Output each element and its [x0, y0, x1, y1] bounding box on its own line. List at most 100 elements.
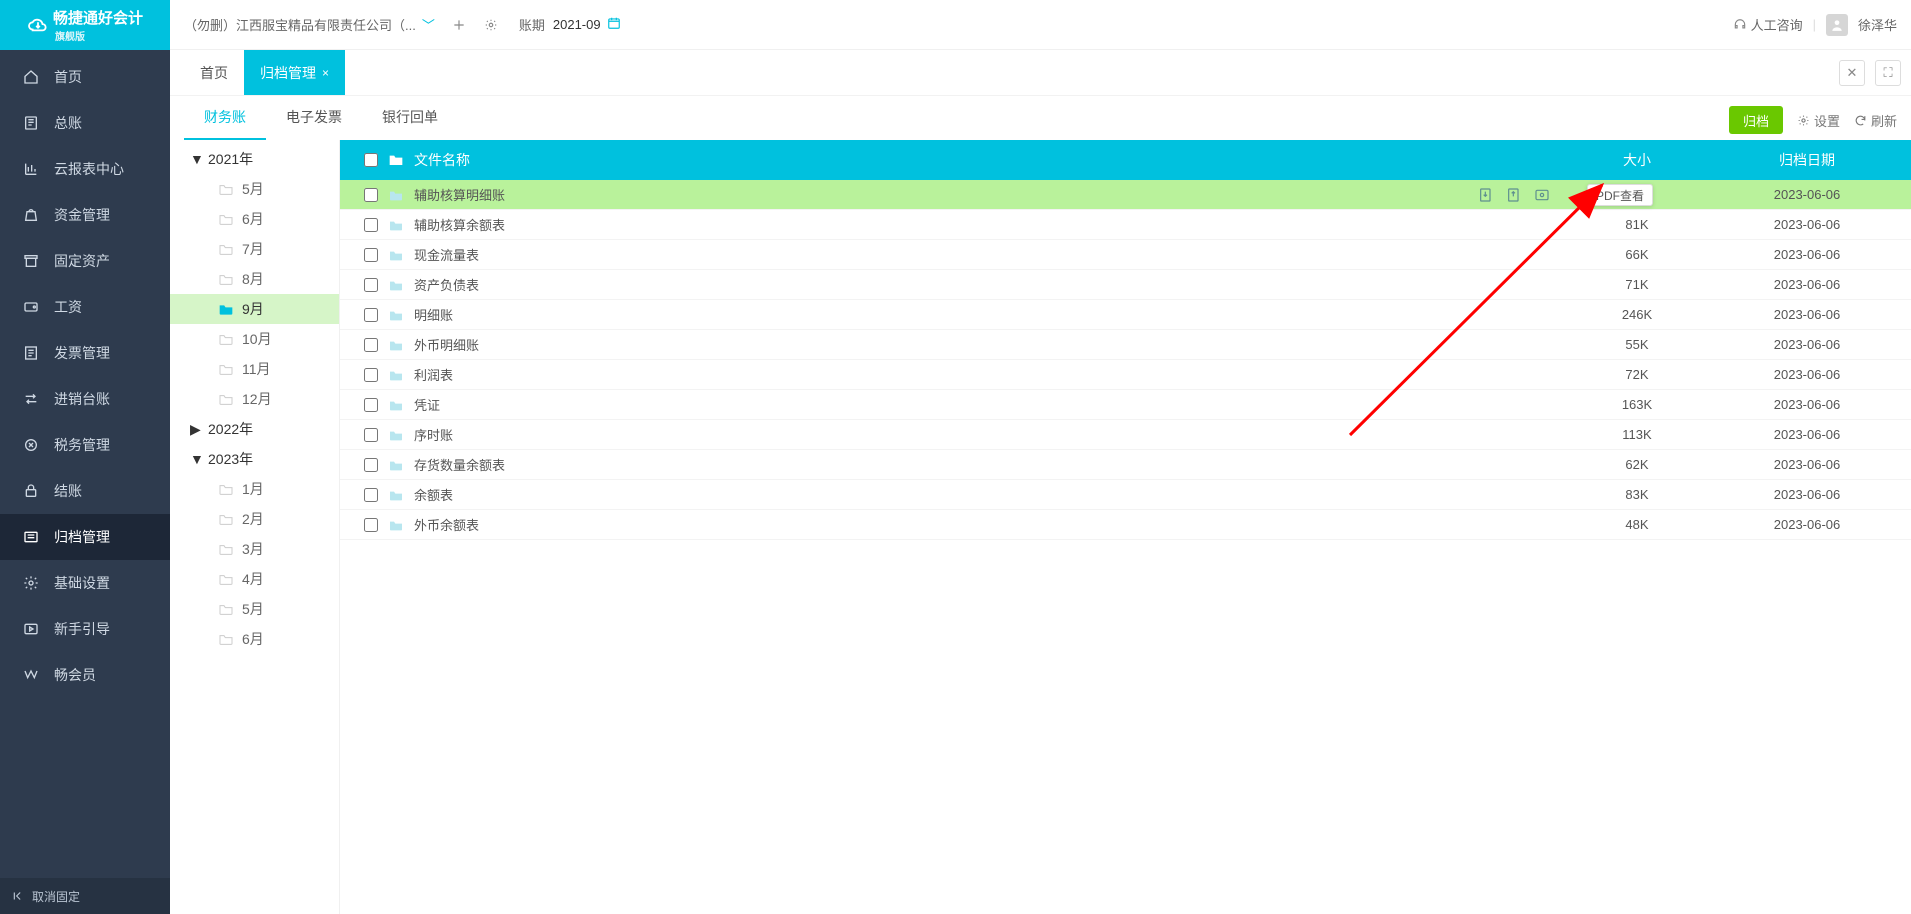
nav-member[interactable]: 畅会员	[0, 652, 170, 698]
consult-label: 人工咨询	[1751, 15, 1803, 34]
tree-month[interactable]: 1月	[170, 474, 339, 504]
export-icon[interactable]	[1505, 186, 1523, 204]
row-checkbox[interactable]	[364, 518, 378, 532]
file-size: 83K	[1557, 487, 1717, 502]
row-checkbox[interactable]	[364, 398, 378, 412]
fullscreen-button[interactable]: ⛶	[1875, 60, 1901, 86]
table-row[interactable]: 存货数量余额表 62K 2023-06-06	[340, 450, 1911, 480]
tree-month[interactable]: 5月	[170, 594, 339, 624]
refresh-link[interactable]: 刷新	[1854, 111, 1897, 130]
table-row[interactable]: 资产负债表 71K 2023-06-06	[340, 270, 1911, 300]
archive-icon	[22, 252, 40, 270]
tab-archive[interactable]: 归档管理 ×	[244, 50, 345, 95]
nav-settings[interactable]: 基础设置	[0, 560, 170, 606]
row-checkbox[interactable]	[364, 248, 378, 262]
table-row[interactable]: 序时账 113K 2023-06-06	[340, 420, 1911, 450]
close-icon[interactable]: ×	[322, 66, 329, 80]
table-row[interactable]: 现金流量表 66K 2023-06-06	[340, 240, 1911, 270]
row-checkbox[interactable]	[364, 188, 378, 202]
subtab-finance[interactable]: 财务账	[184, 96, 266, 140]
nav-archive[interactable]: 归档管理	[0, 514, 170, 560]
nav-funds[interactable]: 资金管理	[0, 192, 170, 238]
row-checkbox[interactable]	[364, 368, 378, 382]
tree-month[interactable]: 4月	[170, 564, 339, 594]
file-name: 存货数量余额表	[414, 455, 505, 474]
tree-month[interactable]: 8月	[170, 264, 339, 294]
nav-invoice[interactable]: 发票管理	[0, 330, 170, 376]
nav-ledger[interactable]: 总账	[0, 100, 170, 146]
archive-button[interactable]: 归档	[1729, 106, 1783, 134]
table-row[interactable]: 外币余额表 48K 2023-06-06	[340, 510, 1911, 540]
nav-reports[interactable]: 云报表中心	[0, 146, 170, 192]
tree-month[interactable]: 7月	[170, 234, 339, 264]
nav-tax[interactable]: 税务管理	[0, 422, 170, 468]
tree-year-2021[interactable]: ▼2021年	[170, 144, 339, 174]
row-checkbox[interactable]	[364, 278, 378, 292]
tree-month[interactable]: 12月	[170, 384, 339, 414]
tree-month[interactable]: 6月	[170, 624, 339, 654]
file-date: 2023-06-06	[1717, 427, 1897, 442]
tree-month-label: 5月	[242, 179, 264, 199]
user-name[interactable]: 徐泽华	[1858, 15, 1897, 34]
row-checkbox[interactable]	[364, 218, 378, 232]
company-dropdown-icon[interactable]: ﹀	[422, 15, 435, 34]
settings-link[interactable]: 设置	[1797, 111, 1840, 130]
unpin-button[interactable]: 取消固定	[0, 878, 170, 914]
brand-name: 畅捷通好会计	[53, 7, 143, 28]
tree-year-2022[interactable]: ▶2022年	[170, 414, 339, 444]
file-date: 2023-06-06	[1717, 397, 1897, 412]
table-row[interactable]: 外币明细账 55K 2023-06-06	[340, 330, 1911, 360]
swap-icon	[22, 390, 40, 408]
config-icon[interactable]	[477, 11, 505, 39]
avatar[interactable]	[1826, 14, 1848, 36]
tree-month[interactable]: 9月	[170, 294, 339, 324]
table-row[interactable]: 明细账 246K 2023-06-06	[340, 300, 1911, 330]
nav-salary[interactable]: 工资	[0, 284, 170, 330]
file-date: 2023-06-06	[1717, 217, 1897, 232]
folder-icon	[218, 632, 234, 646]
folder-icon	[388, 427, 406, 443]
folder-icon	[388, 397, 406, 413]
calendar-icon[interactable]	[607, 16, 621, 33]
table-row[interactable]: 余额表 83K 2023-06-06	[340, 480, 1911, 510]
nav-inout[interactable]: 进销台账	[0, 376, 170, 422]
tree-month[interactable]: 2月	[170, 504, 339, 534]
table-row[interactable]: 辅助核算余额表 81K 2023-06-06	[340, 210, 1911, 240]
tree-month[interactable]: 10月	[170, 324, 339, 354]
company-name[interactable]: （勿删）江西服宝精品有限责任公司（...	[184, 15, 416, 34]
tab-label: 归档管理	[260, 63, 316, 83]
row-checkbox[interactable]	[364, 428, 378, 442]
download-icon[interactable]	[1477, 186, 1495, 204]
subtab-bankslip[interactable]: 银行回单	[362, 96, 458, 140]
row-checkbox[interactable]	[364, 308, 378, 322]
tabs-close-button[interactable]: ✕	[1839, 60, 1865, 86]
nav-home[interactable]: 首页	[0, 54, 170, 100]
consult-link[interactable]: 人工咨询	[1733, 15, 1803, 34]
table-row[interactable]: 辅助核算明细账 PDF查看 16K 2023-06-06	[340, 180, 1911, 210]
tree-month[interactable]: 5月	[170, 174, 339, 204]
row-checkbox[interactable]	[364, 488, 378, 502]
period-value[interactable]: 2021-09	[553, 17, 601, 32]
row-checkbox[interactable]	[364, 338, 378, 352]
nav-close[interactable]: 结账	[0, 468, 170, 514]
tree-month-label: 6月	[242, 629, 264, 649]
play-icon	[22, 620, 40, 638]
tree-month[interactable]: 6月	[170, 204, 339, 234]
tree-month[interactable]: 3月	[170, 534, 339, 564]
folder-icon	[218, 272, 234, 286]
select-all-checkbox[interactable]	[364, 153, 378, 167]
add-icon[interactable]	[445, 11, 473, 39]
tree-month[interactable]: 11月	[170, 354, 339, 384]
brand: 畅捷通好会计 旗舰版	[0, 0, 170, 50]
nav-assets[interactable]: 固定资产	[0, 238, 170, 284]
row-checkbox[interactable]	[364, 458, 378, 472]
nav-guide[interactable]: 新手引导	[0, 606, 170, 652]
subtab-einvoice[interactable]: 电子发票	[266, 96, 362, 140]
settings-label: 设置	[1814, 111, 1840, 130]
tree-month-label: 3月	[242, 539, 264, 559]
tab-home[interactable]: 首页	[184, 50, 244, 95]
tree-year-2023[interactable]: ▼2023年	[170, 444, 339, 474]
table-row[interactable]: 利润表 72K 2023-06-06	[340, 360, 1911, 390]
pdf-view-icon[interactable]	[1533, 186, 1551, 204]
table-row[interactable]: 凭证 163K 2023-06-06	[340, 390, 1911, 420]
